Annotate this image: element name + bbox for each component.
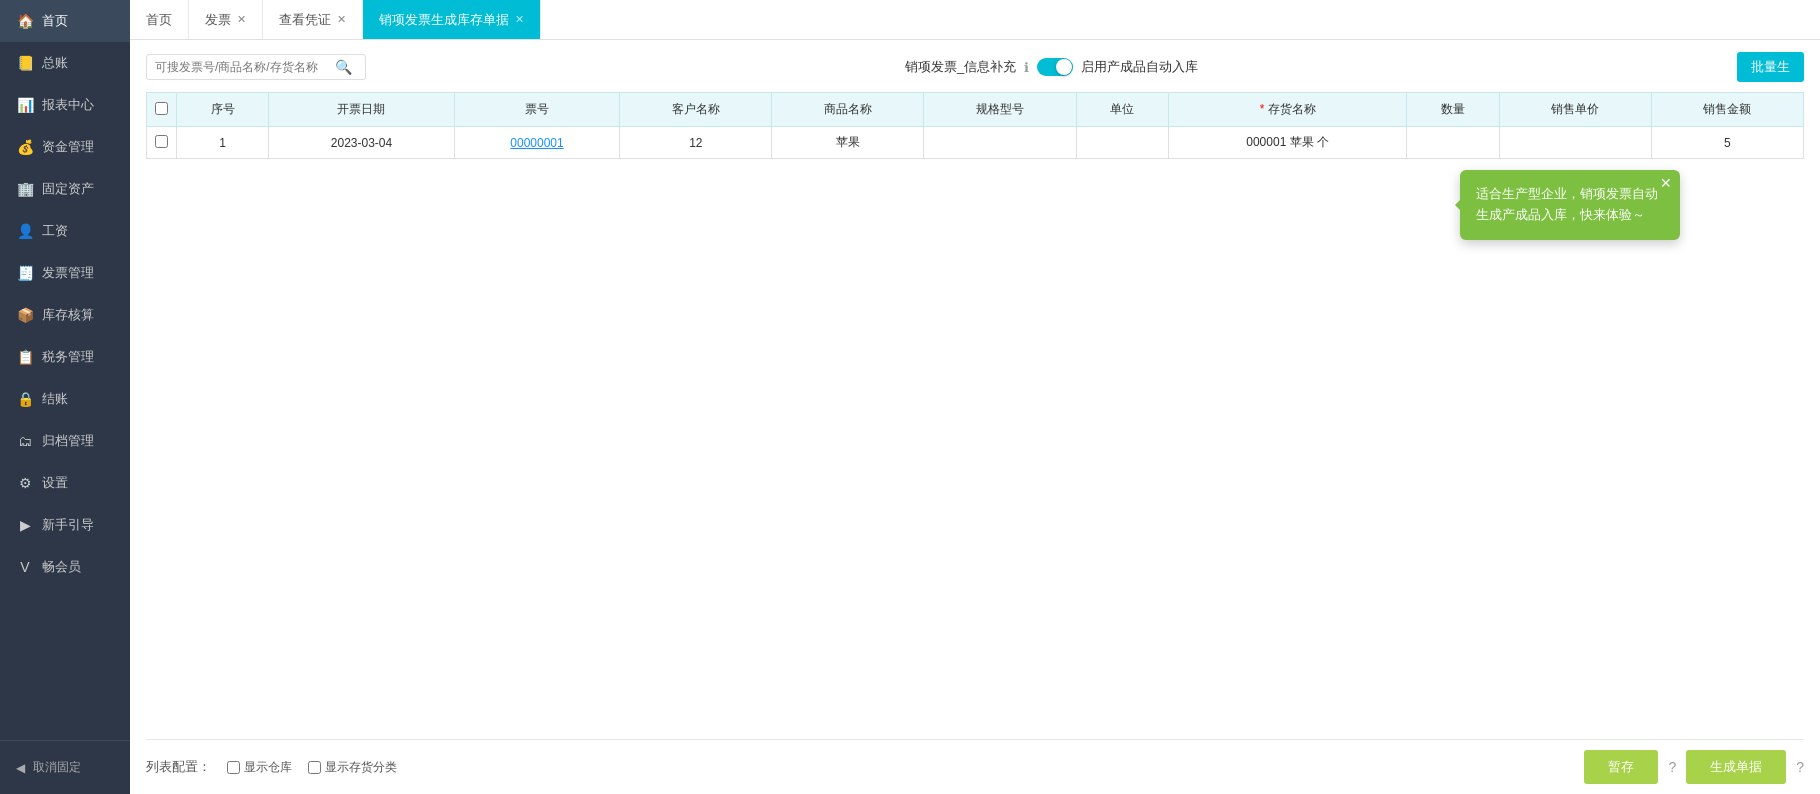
- col-customer: 客户名称: [620, 93, 772, 127]
- sidebar-item-ledger[interactable]: 📒 总账: [0, 42, 130, 84]
- sidebar-item-closing[interactable]: 🔒 结账: [0, 378, 130, 420]
- bottom-bar: 列表配置： 显示仓库 显示存货分类 暂存 ? 生成单据 ?: [146, 739, 1804, 794]
- tab-home[interactable]: 首页: [130, 0, 189, 39]
- category-checkbox[interactable]: [308, 761, 321, 774]
- content-area: 🔍 销项发票_信息补充 ℹ 启用产成品自动入库 批量生: [130, 40, 1820, 794]
- col-spec: 规格型号: [924, 93, 1076, 127]
- tab-voucher-close[interactable]: ✕: [337, 13, 346, 26]
- save-button[interactable]: 暂存: [1584, 750, 1658, 784]
- row-spec: [924, 127, 1076, 159]
- row-date: 2023-03-04: [269, 127, 454, 159]
- col-qty: 数量: [1407, 93, 1499, 127]
- pin-icon: ◀: [16, 761, 25, 775]
- row-price: [1499, 127, 1651, 159]
- home-icon: 🏠: [16, 13, 34, 29]
- col-seq: 序号: [177, 93, 269, 127]
- sidebar-item-home[interactable]: 🏠 首页: [0, 0, 130, 42]
- col-amount: 销售金额: [1651, 93, 1803, 127]
- sidebar: 🏠 首页 📒 总账 📊 报表中心 💰 资金管理 🏢 固定资产 👤 工资 🧾 发票…: [0, 0, 130, 794]
- row-unit: [1076, 127, 1168, 159]
- sidebar-item-payroll[interactable]: 👤 工资: [0, 210, 130, 252]
- tab-voucher[interactable]: 查看凭证 ✕: [263, 0, 363, 39]
- table-row: 1 2023-03-04 00000001 12 苹果 000001 苹果 个 …: [147, 127, 1804, 159]
- required-mark: *: [1260, 102, 1265, 116]
- tooltip-close-button[interactable]: ✕: [1660, 176, 1672, 190]
- warehouse-checkbox[interactable]: [227, 761, 240, 774]
- tax-icon: 📋: [16, 349, 34, 365]
- generate-button[interactable]: 生成单据: [1686, 750, 1786, 784]
- row-checkbox[interactable]: [155, 135, 168, 148]
- row-seq: 1: [177, 127, 269, 159]
- bottom-btn-group: 暂存 ? 生成单据 ?: [1584, 750, 1804, 784]
- tooltip-text: 适合生产型企业，销项发票自动生成产成品入库，快来体验～: [1476, 186, 1658, 222]
- row-product: 苹果: [772, 127, 924, 159]
- info-icon[interactable]: ℹ: [1024, 60, 1029, 75]
- tab-bar: 首页 发票 ✕ 查看凭证 ✕ 销项发票生成库存单据 ✕: [130, 0, 1820, 40]
- info-label: 销项发票_信息补充: [905, 58, 1016, 76]
- data-table: 序号 开票日期 票号 客户名称 商品名称 规格型号 单位 * 存货名称 数量 销…: [146, 92, 1804, 159]
- gen-help-icon[interactable]: ?: [1796, 759, 1804, 775]
- col-stock: * 存货名称: [1168, 93, 1407, 127]
- batch-button[interactable]: 批量生: [1737, 52, 1804, 82]
- tab-invoice[interactable]: 发票 ✕: [189, 0, 263, 39]
- toggle-label: 启用产成品自动入库: [1081, 58, 1198, 76]
- sidebar-item-inventory[interactable]: 📦 库存核算: [0, 294, 130, 336]
- col-price: 销售单价: [1499, 93, 1651, 127]
- sidebar-item-assets[interactable]: 🏢 固定资产: [0, 168, 130, 210]
- tab-stock-form-close[interactable]: ✕: [515, 13, 524, 26]
- row-qty: [1407, 127, 1499, 159]
- tooltip-popup: ✕ 适合生产型企业，销项发票自动生成产成品入库，快来体验～: [1460, 170, 1680, 240]
- sidebar-item-archive[interactable]: 🗂 归档管理: [0, 420, 130, 462]
- funds-icon: 💰: [16, 139, 34, 155]
- toggle-switch-area: [1037, 58, 1073, 76]
- sidebar-item-member[interactable]: V 畅会员: [0, 546, 130, 588]
- row-amount: 5: [1651, 127, 1803, 159]
- toolbar-row: 🔍 销项发票_信息补充 ℹ 启用产成品自动入库 批量生: [146, 52, 1804, 82]
- reports-icon: 📊: [16, 97, 34, 113]
- closing-icon: 🔒: [16, 391, 34, 407]
- warehouse-checkbox-label[interactable]: 显示仓库: [227, 759, 292, 776]
- tab-invoice-close[interactable]: ✕: [237, 13, 246, 26]
- assets-icon: 🏢: [16, 181, 34, 197]
- sidebar-item-funds[interactable]: 💰 资金管理: [0, 126, 130, 168]
- row-stock: 000001 苹果 个: [1168, 127, 1407, 159]
- toolbar-center: 销项发票_信息补充 ℹ 启用产成品自动入库: [905, 58, 1198, 76]
- sidebar-item-reports[interactable]: 📊 报表中心: [0, 84, 130, 126]
- sidebar-item-tax[interactable]: 📋 税务管理: [0, 336, 130, 378]
- sidebar-item-settings[interactable]: ⚙ 设置: [0, 462, 130, 504]
- sidebar-toggle-fixed[interactable]: ◀ 取消固定: [0, 749, 130, 786]
- row-checkbox-cell: [147, 127, 177, 159]
- member-icon: V: [16, 559, 34, 575]
- list-config-label: 列表配置：: [146, 758, 211, 776]
- col-checkbox: [147, 93, 177, 127]
- auto-stock-toggle[interactable]: [1037, 58, 1073, 76]
- guide-icon: ▶: [16, 517, 34, 533]
- select-all-checkbox[interactable]: [155, 102, 168, 115]
- row-no: 00000001: [454, 127, 620, 159]
- sidebar-item-invoice[interactable]: 🧾 发票管理: [0, 252, 130, 294]
- toggle-thumb: [1056, 59, 1072, 75]
- col-date: 开票日期: [269, 93, 454, 127]
- main-content: 首页 发票 ✕ 查看凭证 ✕ 销项发票生成库存单据 ✕ 🔍 销项发票_信息补充 …: [130, 0, 1820, 794]
- settings-icon: ⚙: [16, 475, 34, 491]
- invoice-link[interactable]: 00000001: [510, 136, 563, 150]
- col-no: 票号: [454, 93, 620, 127]
- col-unit: 单位: [1076, 93, 1168, 127]
- tab-stock-form[interactable]: 销项发票生成库存单据 ✕: [363, 0, 541, 39]
- row-customer: 12: [620, 127, 772, 159]
- search-icon[interactable]: 🔍: [335, 59, 352, 75]
- sidebar-bottom: ◀ 取消固定: [0, 740, 130, 794]
- search-box[interactable]: 🔍: [146, 54, 366, 80]
- ledger-icon: 📒: [16, 55, 34, 71]
- inventory-icon: 📦: [16, 307, 34, 323]
- archive-icon: 🗂: [16, 433, 34, 449]
- invoice-icon: 🧾: [16, 265, 34, 281]
- category-checkbox-label[interactable]: 显示存货分类: [308, 759, 397, 776]
- col-product: 商品名称: [772, 93, 924, 127]
- table-header-row: 序号 开票日期 票号 客户名称 商品名称 规格型号 单位 * 存货名称 数量 销…: [147, 93, 1804, 127]
- save-help-icon[interactable]: ?: [1668, 759, 1676, 775]
- payroll-icon: 👤: [16, 223, 34, 239]
- search-input[interactable]: [155, 60, 335, 74]
- sidebar-item-guide[interactable]: ▶ 新手引导: [0, 504, 130, 546]
